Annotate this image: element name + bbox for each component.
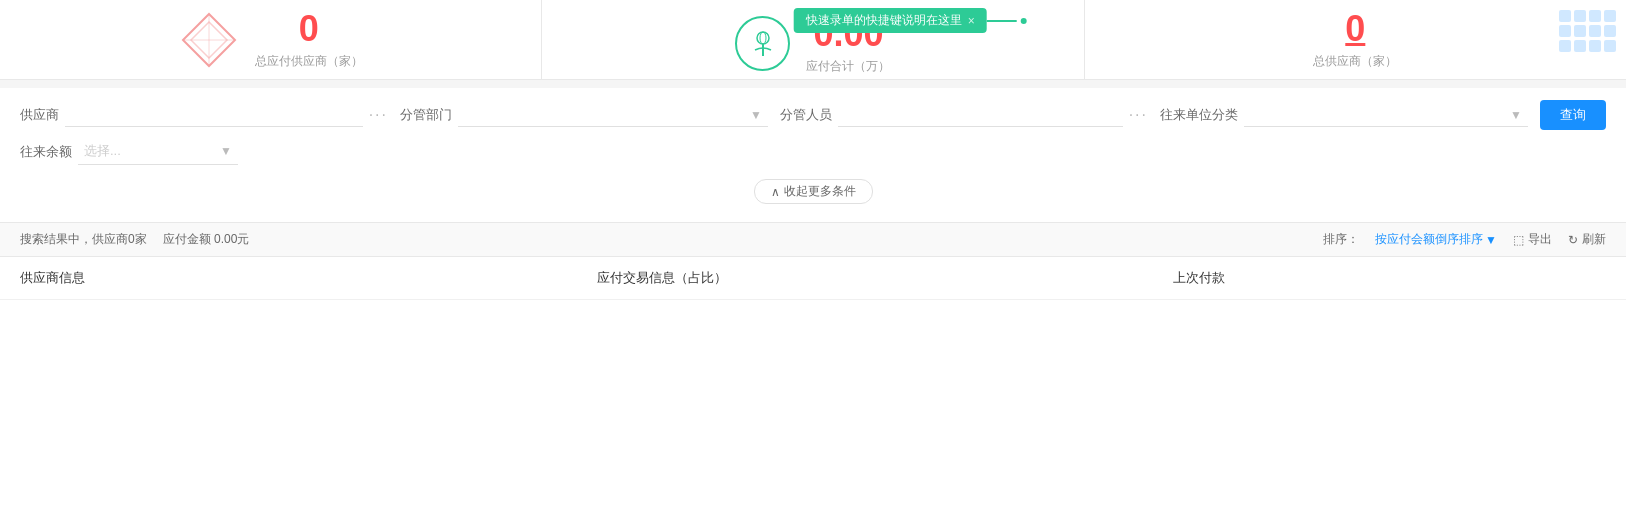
collapse-button-label: 收起更多条件	[784, 183, 856, 200]
unit-class-filter-label: 往来单位分类	[1160, 106, 1238, 124]
grain-icon	[735, 16, 790, 71]
filter-person: 分管人员 ···	[780, 103, 1148, 127]
balance-placeholder: 选择...	[84, 142, 121, 160]
collapse-button[interactable]: ∧ 收起更多条件	[754, 179, 873, 204]
balance-chevron-icon: ▼	[220, 144, 232, 158]
export-icon: ⬚	[1513, 233, 1524, 247]
department-chevron-icon: ▼	[750, 108, 762, 122]
sort-chevron-icon: ▼	[1485, 233, 1497, 247]
supplier-count-label: 总应付供应商（家）	[255, 53, 363, 70]
result-info-2: 应付金额 0.00元	[163, 231, 250, 248]
grid-background	[1559, 10, 1616, 52]
stat-amount: 快速录单的快捷键说明在这里 × 0.00 应付合计（万）	[542, 0, 1084, 79]
svg-point-5	[760, 32, 766, 44]
refresh-icon: ↻	[1568, 233, 1578, 247]
table-header: 供应商信息 应付交易信息（占比） 上次付款	[0, 257, 1626, 300]
stats-bar: 0 总应付供应商（家） 快速录单的快捷键说明在这里 × 0.00 应付合计	[0, 0, 1626, 80]
amount-label: 应付合计（万）	[806, 58, 890, 75]
filter-bar: 供应商 ··· 分管部门 ▼ 分管人员 ··· 往来单位分类 ▼ 查询	[0, 88, 1626, 223]
person-filter-input[interactable]	[838, 103, 1123, 127]
result-bar: 搜索结果中，供应商0家 应付金额 0.00元 排序： 按应付会额倒序排序 ▼ ⬚…	[0, 223, 1626, 257]
tooltip-text: 快速录单的快捷键说明在这里	[806, 12, 962, 29]
supplier-filter-label: 供应商	[20, 106, 59, 124]
sort-select[interactable]: 按应付会额倒序排序 ▼	[1375, 231, 1497, 248]
filter-row-1: 供应商 ··· 分管部门 ▼ 分管人员 ··· 往来单位分类 ▼ 查询	[20, 100, 1606, 130]
tooltip: 快速录单的快捷键说明在这里 ×	[794, 8, 987, 33]
table-body	[0, 300, 1626, 515]
person-filter-label: 分管人员	[780, 106, 832, 124]
department-filter-select[interactable]: ▼	[458, 104, 768, 127]
svg-point-4	[757, 32, 769, 44]
refresh-button[interactable]: ↻ 刷新	[1568, 231, 1606, 248]
export-label: 导出	[1528, 231, 1552, 248]
table-col-payment: 上次付款	[1173, 269, 1606, 287]
table-col-supplier: 供应商信息	[20, 269, 597, 287]
unit-class-filter-select[interactable]: ▼	[1244, 104, 1528, 127]
query-button[interactable]: 查询	[1540, 100, 1606, 130]
stat-supplier-count: 0 总应付供应商（家）	[0, 0, 542, 79]
filter-balance: 往来余额 选择... ▼	[20, 138, 238, 165]
tooltip-close-button[interactable]: ×	[968, 14, 975, 28]
stat-total-supplier: 0 总供应商（家）	[1085, 0, 1626, 79]
balance-filter-label: 往来余额	[20, 143, 72, 161]
department-filter-label: 分管部门	[400, 106, 452, 124]
filter-department: 分管部门 ▼	[400, 104, 768, 127]
result-actions: 排序： 按应付会额倒序排序 ▼ ⬚ 导出 ↻ 刷新	[1323, 231, 1606, 248]
balance-filter-select[interactable]: 选择... ▼	[78, 138, 238, 165]
supplier-filter-input[interactable]	[65, 103, 363, 127]
filter-row-2: 往来余额 选择... ▼	[20, 138, 1606, 165]
unit-class-chevron-icon: ▼	[1510, 108, 1522, 122]
sort-label: 按应付会额倒序排序	[1375, 231, 1483, 248]
supplier-dots-button[interactable]: ···	[369, 106, 388, 124]
filter-supplier: 供应商 ···	[20, 103, 388, 127]
collapse-row: ∧ 收起更多条件	[20, 173, 1606, 214]
export-button[interactable]: ⬚ 导出	[1513, 231, 1552, 248]
result-info-1: 搜索结果中，供应商0家	[20, 231, 147, 248]
collapse-up-icon: ∧	[771, 185, 780, 199]
tooltip-dot	[1019, 16, 1029, 26]
refresh-label: 刷新	[1582, 231, 1606, 248]
total-supplier-label: 总供应商（家）	[1313, 53, 1397, 70]
table-col-transaction: 应付交易信息（占比）	[597, 269, 1174, 287]
sort-prefix: 排序：	[1323, 231, 1359, 248]
supplier-count-number: 0	[299, 9, 319, 49]
diamond-logo-icon	[179, 10, 239, 70]
person-dots-button[interactable]: ···	[1129, 106, 1148, 124]
filter-unit-class: 往来单位分类 ▼	[1160, 104, 1528, 127]
result-info: 搜索结果中，供应商0家 应付金额 0.00元	[20, 231, 249, 248]
total-supplier-number[interactable]: 0	[1345, 9, 1365, 49]
